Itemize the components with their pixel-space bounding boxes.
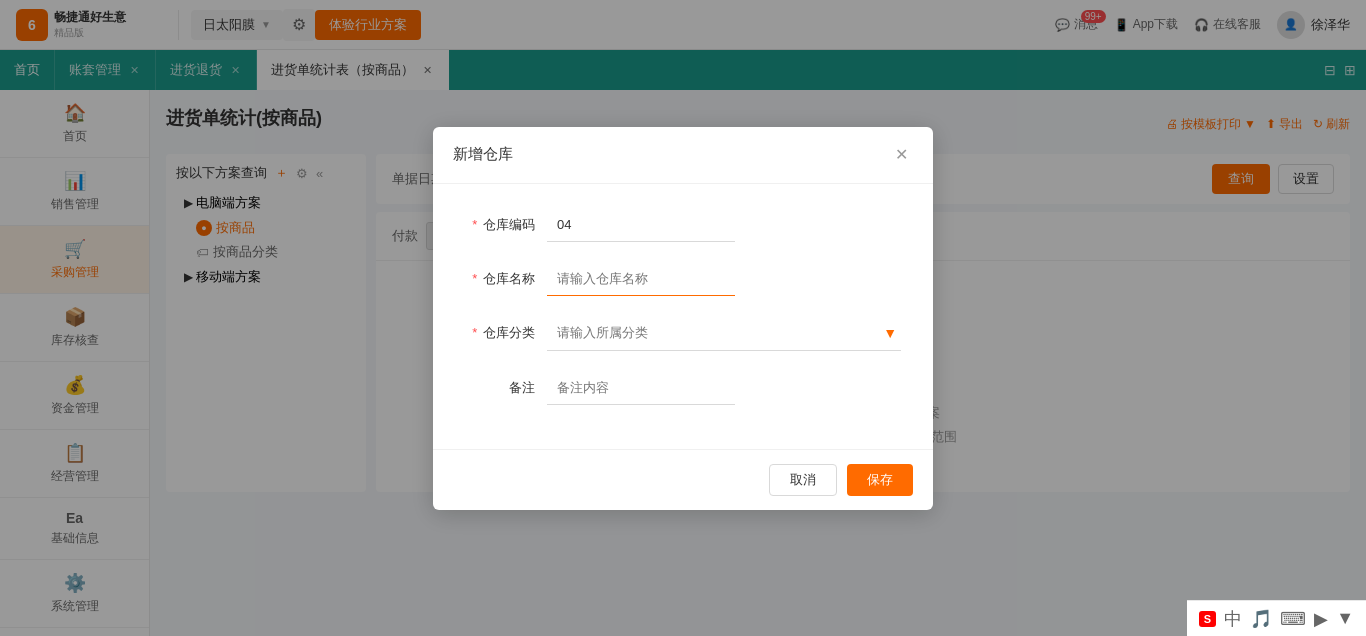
dialog-header: 新增仓库 ✕ [433, 127, 933, 184]
bottom-keyboard-btn[interactable]: ⌨ [1280, 608, 1306, 630]
save-button[interactable]: 保存 [847, 464, 913, 496]
warehouse-note-input-wrap [547, 371, 901, 405]
modal-overlay: 新增仓库 ✕ * 仓库编码 * 仓库名称 [0, 0, 1366, 636]
warehouse-category-row: * 仓库分类 ▼ [465, 316, 901, 351]
warehouse-category-label: * 仓库分类 [465, 324, 535, 342]
category-dropdown-arrow: ▼ [883, 325, 901, 341]
warehouse-note-input[interactable] [547, 371, 735, 405]
dialog-title: 新增仓库 [453, 145, 513, 164]
dialog-body: * 仓库编码 * 仓库名称 * [433, 184, 933, 449]
new-warehouse-dialog: 新增仓库 ✕ * 仓库编码 * 仓库名称 [433, 127, 933, 510]
warehouse-code-row: * 仓库编码 [465, 208, 901, 242]
warehouse-note-label: 备注 [465, 379, 535, 397]
dialog-footer: 取消 保存 [433, 449, 933, 510]
warehouse-note-row: 备注 [465, 371, 901, 405]
bottom-play-btn[interactable]: ▶ [1314, 608, 1328, 630]
warehouse-name-row: * 仓库名称 [465, 262, 901, 296]
warehouse-name-label: * 仓库名称 [465, 270, 535, 288]
code-required-star: * [472, 217, 477, 232]
bottom-sound-btn[interactable]: 🎵 [1250, 608, 1272, 630]
warehouse-name-input[interactable] [547, 262, 735, 296]
cancel-button[interactable]: 取消 [769, 464, 837, 496]
warehouse-code-label: * 仓库编码 [465, 216, 535, 234]
name-required-star: * [472, 271, 477, 286]
warehouse-code-input[interactable] [547, 208, 735, 242]
warehouse-name-input-wrap [547, 262, 901, 296]
dialog-close-button[interactable]: ✕ [889, 143, 913, 167]
category-required-star: * [472, 325, 477, 340]
bottom-bar: S 中 🎵 ⌨ ▶ ▼ [1187, 600, 1366, 636]
warehouse-category-select-wrap[interactable]: ▼ [547, 316, 901, 351]
warehouse-code-input-wrap [547, 208, 901, 242]
bottom-logo: S [1199, 611, 1216, 627]
bottom-chinese-btn[interactable]: 中 [1224, 607, 1242, 631]
warehouse-category-input[interactable] [547, 316, 883, 350]
bottom-more-btn[interactable]: ▼ [1336, 608, 1354, 629]
